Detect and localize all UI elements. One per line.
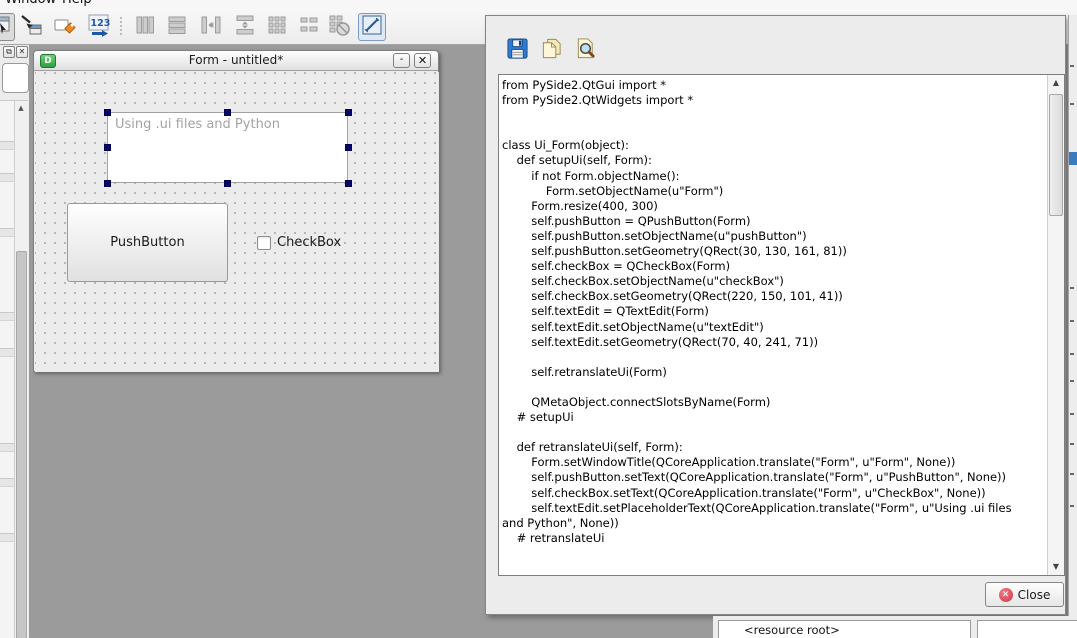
dialog-toolbar	[505, 38, 598, 64]
property-row-fragment	[1070, 505, 1074, 507]
dock-float-button[interactable]: ⧉	[3, 46, 15, 58]
widget-category-fragment[interactable]	[0, 173, 14, 182]
widget-filter-input[interactable]	[2, 63, 29, 93]
layout-vertically-button[interactable]	[163, 13, 191, 41]
scroll-up-icon[interactable]: ▲	[1048, 75, 1064, 91]
property-row-fragment	[1070, 380, 1074, 382]
widget-category-fragment[interactable]	[0, 141, 14, 150]
property-row-fragment	[1070, 65, 1074, 67]
code-preview-dialog: from PySide2.QtGui import * from PySide2…	[485, 15, 1066, 615]
resource-preview-pane[interactable]	[977, 620, 1077, 638]
property-row-fragment	[1070, 413, 1074, 415]
widget-box-scrollbar[interactable]: ▲	[14, 101, 27, 638]
layout-horizontally-icon	[133, 13, 157, 41]
layout-vertical-splitter-button[interactable]	[231, 13, 259, 41]
widget-category-fragment[interactable]	[0, 478, 14, 487]
push-button-widget[interactable]: PushButton	[67, 203, 228, 282]
widget-box-scroll-thumb[interactable]	[16, 251, 27, 638]
layout-horizontal-splitter-icon	[199, 13, 223, 41]
selection-handle-bottom-center[interactable]	[224, 180, 231, 187]
widget-category-fragment[interactable]	[0, 312, 14, 321]
menu-help[interactable]: Help	[62, 0, 92, 7]
find-button[interactable]	[573, 38, 598, 63]
form-window: D Form - untitled* - ✕ Using .ui files a…	[33, 50, 439, 372]
selection-handle-top-center[interactable]	[224, 109, 231, 116]
scroll-down-icon[interactable]: ▼	[1048, 559, 1064, 575]
menu-window[interactable]: Window	[5, 0, 56, 7]
selection-handle-top-left[interactable]	[104, 109, 111, 116]
svg-text:123: 123	[91, 18, 111, 29]
resource-tree[interactable]: <resource root>	[718, 620, 971, 638]
code-scrollbar[interactable]: ▲ ▼	[1047, 75, 1064, 575]
text-edit-widget[interactable]: Using .ui files and Python	[107, 112, 348, 183]
edit-signals-slots-icon	[19, 13, 43, 41]
widget-category-fragment[interactable]	[0, 443, 14, 452]
property-row-fragment	[1070, 103, 1074, 105]
adjust-size-button[interactable]	[358, 13, 386, 41]
copy-button[interactable]	[539, 38, 564, 63]
close-window-button[interactable]: ✕	[414, 53, 431, 68]
checkbox-indicator[interactable]	[257, 236, 271, 250]
edit-widgets-icon	[0, 13, 12, 41]
dock-close-button[interactable]: ✕	[16, 46, 28, 58]
save-button[interactable]	[505, 38, 530, 63]
widget-category-fragment[interactable]	[0, 228, 14, 237]
selected-property-row-marker	[1069, 152, 1077, 165]
widget-box-list[interactable]: ▲	[0, 100, 28, 638]
property-row-fragment	[1070, 320, 1074, 322]
find-icon	[574, 37, 597, 64]
save-icon	[506, 37, 529, 64]
scroll-up-icon[interactable]: ▲	[16, 104, 26, 113]
resource-browser-window: <resource root>	[713, 616, 1077, 638]
close-button-label: Close	[1018, 588, 1051, 602]
edit-tab-order-button[interactable]: 123	[85, 13, 113, 41]
check-box-widget[interactable]: CheckBox	[257, 222, 358, 263]
edit-tab-order-icon: 123	[87, 13, 111, 41]
property-row-fragment	[1070, 287, 1074, 289]
layout-horizontally-button[interactable]	[131, 13, 159, 41]
edit-buddies-icon	[53, 13, 77, 41]
close-button[interactable]: ✕ Close	[985, 582, 1064, 607]
widget-box-panel: ⧉ ✕ ▲	[0, 45, 29, 638]
selection-handle-bottom-right[interactable]	[345, 180, 352, 187]
layout-form-icon	[297, 13, 321, 41]
edit-widgets-button[interactable]	[0, 13, 15, 41]
break-layout-button[interactable]	[325, 13, 353, 41]
qt-designer-screen: Window Help 123	[0, 0, 1077, 638]
adjust-size-icon	[360, 13, 384, 41]
layout-form-button[interactable]	[295, 13, 323, 41]
selection-handle-bottom-left[interactable]	[104, 180, 111, 187]
edit-signals-slots-button[interactable]	[17, 13, 45, 41]
property-editor-sliver	[1068, 15, 1077, 638]
close-x-icon: ✕	[999, 588, 1013, 602]
widget-category-fragment[interactable]	[0, 348, 14, 357]
property-row-fragment	[1070, 353, 1074, 355]
minimize-button[interactable]: -	[393, 53, 410, 68]
code-scroll-thumb[interactable]	[1049, 94, 1063, 216]
toolbar-separator	[120, 17, 122, 37]
form-titlebar[interactable]: D Form - untitled* - ✕	[34, 51, 438, 71]
code-viewport[interactable]: from PySide2.QtGui import * from PySide2…	[499, 75, 1047, 575]
widget-category-fragment[interactable]	[0, 533, 14, 542]
property-row-fragment	[1070, 443, 1074, 445]
selection-handle-middle-right[interactable]	[345, 144, 352, 151]
checkbox-label: CheckBox	[277, 235, 341, 250]
layout-vertically-icon	[165, 13, 189, 41]
selection-handle-top-right[interactable]	[345, 109, 352, 116]
code-frame: from PySide2.QtGui import * from PySide2…	[498, 74, 1065, 576]
copy-icon	[540, 37, 563, 64]
menubar: Window Help	[0, 0, 1077, 9]
layout-grid-icon	[265, 13, 289, 41]
layout-vertical-splitter-icon	[233, 13, 257, 41]
form-title: Form - untitled*	[34, 53, 438, 67]
break-layout-icon	[327, 13, 351, 41]
property-row-fragment	[1070, 473, 1074, 475]
layout-grid-button[interactable]	[263, 13, 291, 41]
code-text[interactable]: from PySide2.QtGui import * from PySide2…	[499, 75, 1047, 546]
form-canvas[interactable]: Using .ui files and Python PushButton Ch…	[35, 72, 439, 372]
edit-buddies-button[interactable]	[51, 13, 79, 41]
layout-horizontal-splitter-button[interactable]	[197, 13, 225, 41]
selection-handle-middle-left[interactable]	[104, 144, 111, 151]
